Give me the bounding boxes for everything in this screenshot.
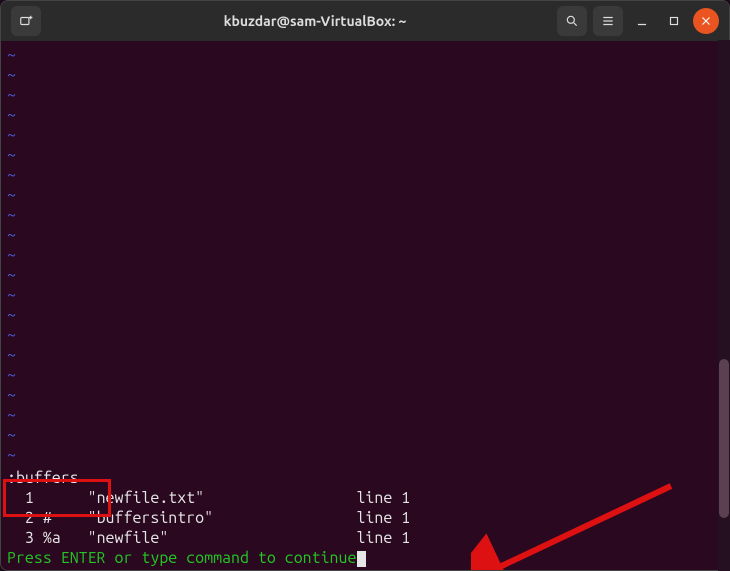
vim-command-output: :buffers 1 "newfile.txt" line 1 2 # "buf… <box>7 468 723 568</box>
buffer-list-row: 3 %a "newfile" line 1 <box>7 528 723 548</box>
buffer-list-row: 2 # "buffersintro" line 1 <box>7 508 723 528</box>
vim-tilde-line: ~ <box>7 265 723 285</box>
titlebar: kbuzdar@sam-VirtualBox: ~ <box>1 1 729 41</box>
vim-tilde-line: ~ <box>7 285 723 305</box>
terminal-window: kbuzdar@sam-VirtualBox: ~ ~~~~~~~~~~~~~~… <box>0 0 730 571</box>
vim-tilde-line: ~ <box>7 165 723 185</box>
vim-empty-lines: ~~~~~~~~~~~~~~~~~~~~~ <box>7 45 723 468</box>
close-button[interactable] <box>693 8 719 34</box>
vim-press-enter-prompt: Press ENTER or type command to continue <box>7 549 356 567</box>
vim-tilde-line: ~ <box>7 85 723 105</box>
menu-button[interactable] <box>593 6 623 36</box>
vim-tilde-line: ~ <box>7 385 723 405</box>
search-icon <box>565 14 579 28</box>
vim-tilde-line: ~ <box>7 45 723 65</box>
window-title: kbuzdar@sam-VirtualBox: ~ <box>131 13 499 29</box>
close-icon <box>699 14 713 28</box>
vim-tilde-line: ~ <box>7 125 723 145</box>
minimize-button[interactable] <box>629 8 655 34</box>
cursor-block <box>357 551 366 567</box>
vim-tilde-line: ~ <box>7 185 723 205</box>
hamburger-icon <box>601 14 615 28</box>
search-button[interactable] <box>557 6 587 36</box>
scrollbar[interactable] <box>718 40 730 571</box>
vim-tilde-line: ~ <box>7 245 723 265</box>
vim-tilde-line: ~ <box>7 405 723 425</box>
vim-tilde-line: ~ <box>7 445 723 465</box>
vim-tilde-line: ~ <box>7 425 723 445</box>
maximize-icon <box>667 14 681 28</box>
vim-tilde-line: ~ <box>7 325 723 345</box>
vim-tilde-line: ~ <box>7 345 723 365</box>
scrollbar-thumb[interactable] <box>719 359 729 518</box>
buffer-list-row: 1 "newfile.txt" line 1 <box>7 488 723 508</box>
new-tab-button[interactable] <box>11 6 41 36</box>
vim-tilde-line: ~ <box>7 105 723 125</box>
vim-command: :buffers <box>7 469 79 487</box>
vim-tilde-line: ~ <box>7 365 723 385</box>
vim-tilde-line: ~ <box>7 145 723 165</box>
vim-tilde-line: ~ <box>7 205 723 225</box>
maximize-button[interactable] <box>661 8 687 34</box>
minimize-icon <box>635 14 649 28</box>
vim-tilde-line: ~ <box>7 305 723 325</box>
vim-tilde-line: ~ <box>7 65 723 85</box>
new-tab-icon <box>19 14 33 28</box>
vim-tilde-line: ~ <box>7 225 723 245</box>
terminal-viewport[interactable]: ~~~~~~~~~~~~~~~~~~~~~ :buffers 1 "newfil… <box>1 41 729 570</box>
